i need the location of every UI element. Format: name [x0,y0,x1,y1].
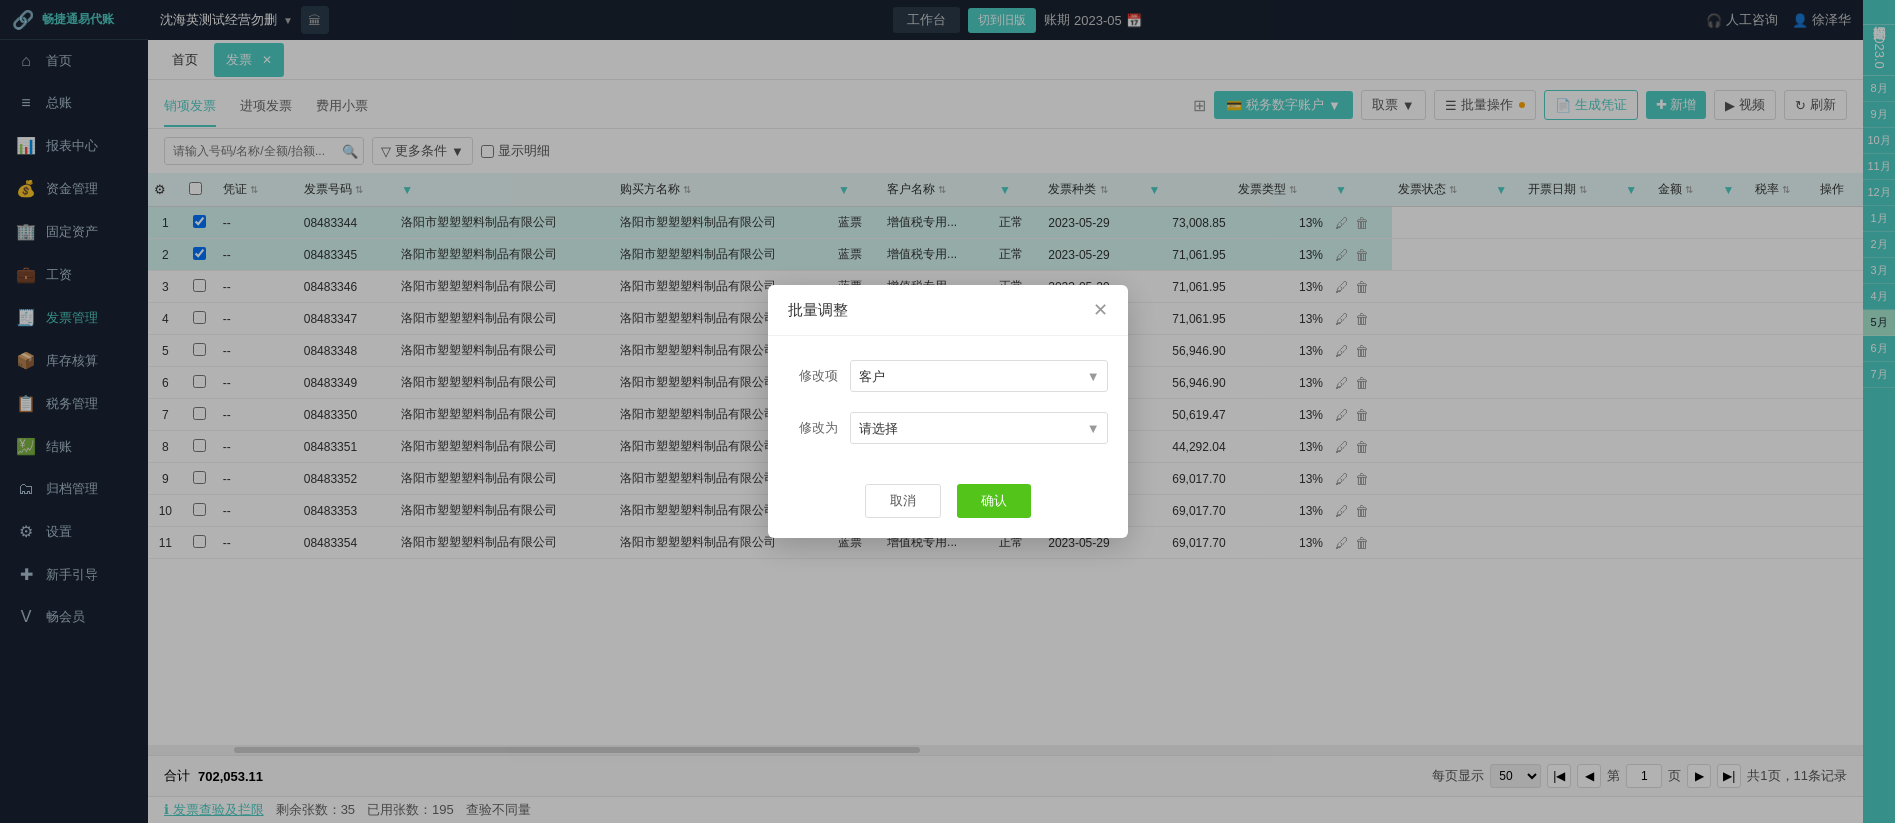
change-label: 修改为 [788,419,838,437]
batch-adjust-modal: 批量调整 ✕ 修改项 客户 ▼ 修改为 请选择 ▼ [768,285,1128,538]
modal-field-item: 修改项 客户 ▼ [788,360,1108,392]
modal-overlay: 批量调整 ✕ 修改项 客户 ▼ 修改为 请选择 ▼ [0,0,1895,823]
field-select[interactable]: 客户 [850,360,1108,392]
modal-field-value: 修改为 请选择 ▼ [788,412,1108,444]
modal-header: 批量调整 ✕ [768,285,1128,336]
change-select[interactable]: 请选择 [850,412,1108,444]
field-select-wrap: 客户 ▼ [850,360,1108,392]
modal-close-btn[interactable]: ✕ [1093,299,1108,321]
modal-body: 修改项 客户 ▼ 修改为 请选择 ▼ [768,336,1128,468]
change-select-wrap: 请选择 ▼ [850,412,1108,444]
modal-title: 批量调整 [788,301,848,320]
field-label: 修改项 [788,367,838,385]
confirm-btn[interactable]: 确认 [957,484,1031,518]
cancel-btn[interactable]: 取消 [865,484,941,518]
modal-footer: 取消 确认 [768,468,1128,538]
